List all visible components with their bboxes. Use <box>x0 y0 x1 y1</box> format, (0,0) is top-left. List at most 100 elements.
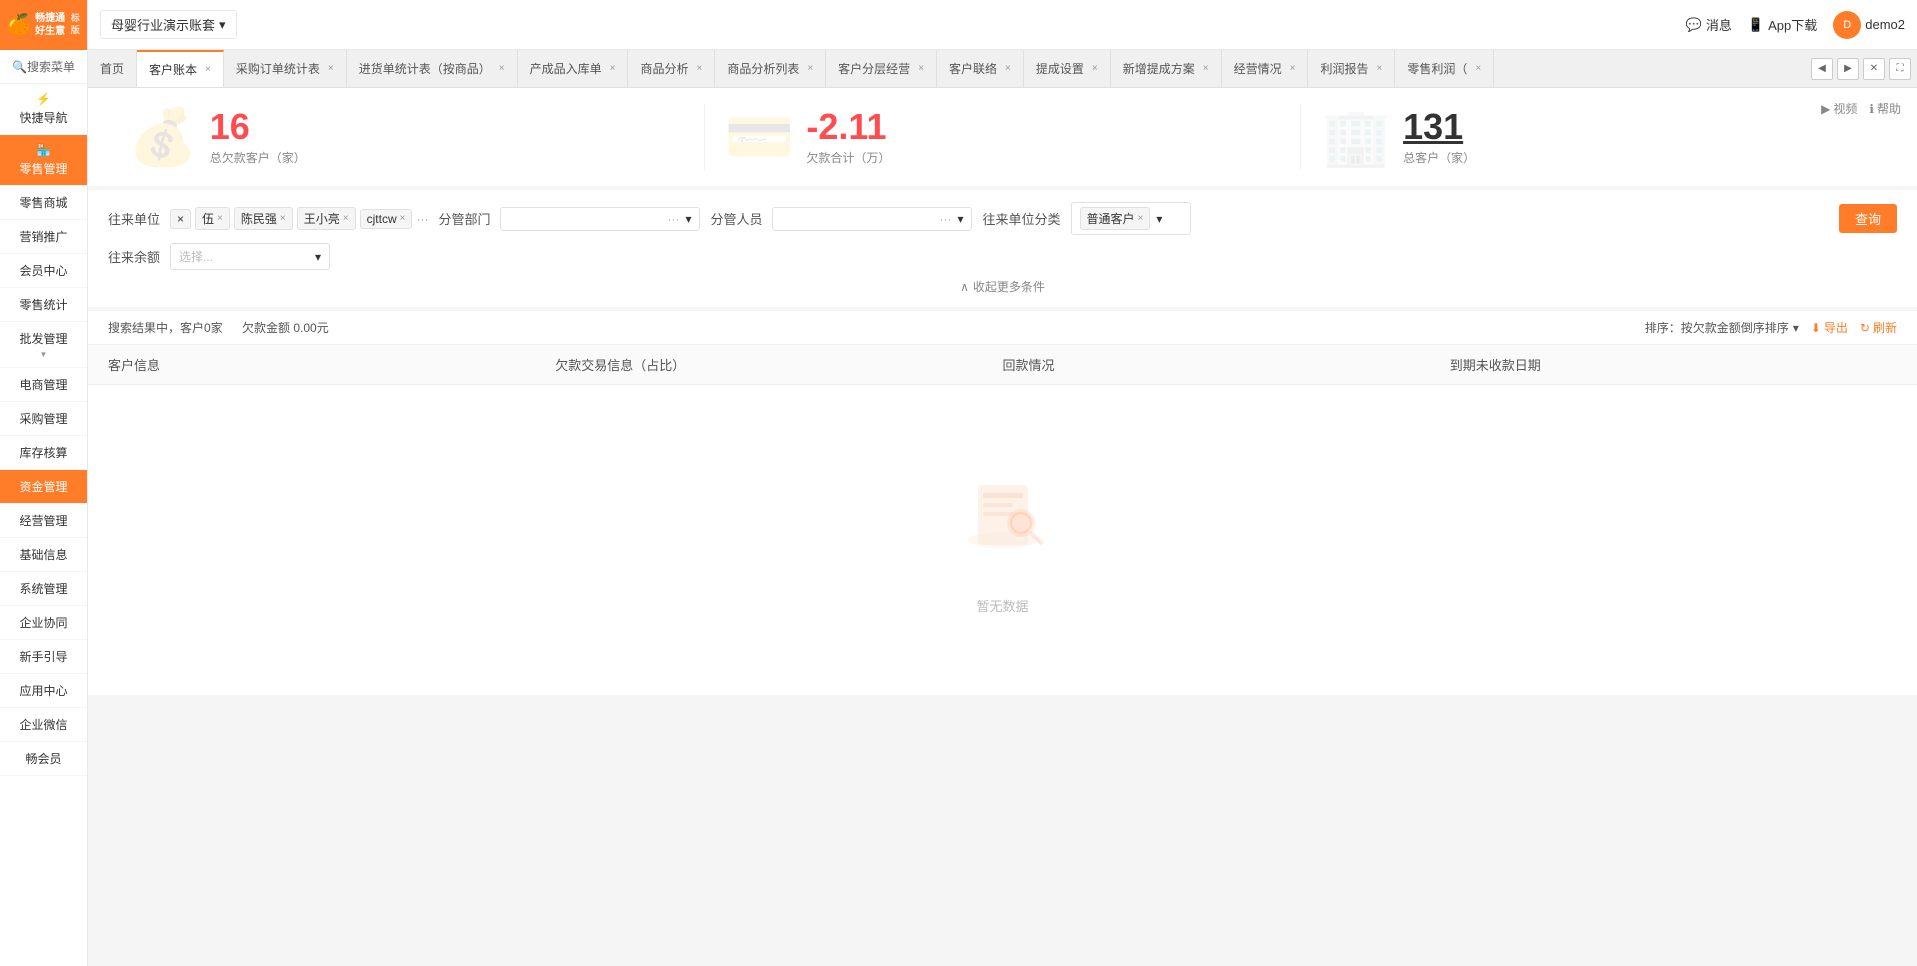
tab-new-commission[interactable]: 新增提成方案 × <box>1111 50 1222 88</box>
filter-tag-cjttcw[interactable]: cjttcw × <box>360 209 413 229</box>
chevron-up-icon: ∧ <box>960 280 969 294</box>
dept-dots: ··· <box>667 212 679 226</box>
tag-close-icon[interactable]: × <box>400 213 406 224</box>
sidebar-search[interactable]: 🔍 搜索菜单 <box>0 50 87 84</box>
download-icon: 📱 <box>1748 17 1764 33</box>
refresh-icon: ↻ <box>1860 321 1870 335</box>
balance-placeholder: 选择... <box>179 248 213 265</box>
sidebar-item-inventory[interactable]: 库存核算 <box>0 436 87 470</box>
tag-close-icon[interactable]: × <box>280 213 286 224</box>
tab-expand-btn[interactable]: ⛶ <box>1889 58 1911 80</box>
stat-block-customers: 💰 16 总欠款客户（家） <box>108 104 705 170</box>
stat3-deco-icon: 🏢 <box>1321 104 1391 170</box>
tab-customer-account[interactable]: 客户账本 × <box>137 50 224 88</box>
messages-btn[interactable]: 💬 消息 <box>1686 15 1732 34</box>
balance-select[interactable]: 选择... ▾ <box>170 243 330 270</box>
filter-tag-wang[interactable]: 王小亮 × <box>297 207 356 230</box>
sidebar-item-app-center[interactable]: 应用中心 <box>0 674 87 708</box>
account-name: 母婴行业演示账套 <box>111 15 215 34</box>
tag-close-icon[interactable]: × <box>217 213 223 224</box>
filter-row-2: 往来余额 选择... ▾ <box>108 243 1897 270</box>
tab-close-icon[interactable]: × <box>328 63 334 74</box>
tab-prev-btn[interactable]: ◀ <box>1811 58 1833 80</box>
stat1-value: 16 <box>210 109 306 145</box>
app-download-btn[interactable]: 📱 App下载 <box>1748 15 1817 34</box>
user-profile[interactable]: D demo2 <box>1833 11 1905 39</box>
tab-commission-settings[interactable]: 提成设置 × <box>1024 50 1111 88</box>
export-icon: ⬇ <box>1811 321 1821 335</box>
filter-tag-all[interactable]: × <box>170 209 191 229</box>
tab-profit-report[interactable]: 利润报告 × <box>1308 50 1395 88</box>
tab-close-icon[interactable]: × <box>499 63 505 74</box>
category-filter-label: 往来单位分类 <box>982 209 1060 228</box>
tab-goods-stat[interactable]: 进货单统计表（按商品） × <box>347 50 518 88</box>
sidebar-item-quick-nav[interactable]: ⚡ 快捷导航 <box>0 84 87 135</box>
sidebar-item-newbie[interactable]: 新手引导 <box>0 640 87 674</box>
sidebar-item-system[interactable]: 系统管理 <box>0 572 87 606</box>
topbar: 母婴行业演示账套 ▾ 💬 消息 📱 App下载 D demo2 <box>88 0 1917 50</box>
tab-close-icon[interactable]: × <box>696 63 702 74</box>
tab-close-icon[interactable]: × <box>205 64 211 75</box>
sidebar-item-marketing[interactable]: 营销推广 <box>0 220 87 254</box>
tab-operations[interactable]: 经营情况 × <box>1222 50 1309 88</box>
tabbar: 首页 客户账本 × 采购订单统计表 × 进货单统计表（按商品） × 产成品入库单… <box>88 50 1917 88</box>
refresh-button[interactable]: ↻ 刷新 <box>1860 319 1897 336</box>
sidebar-item-enterprise-collab[interactable]: 企业协同 <box>0 606 87 640</box>
sidebar-item-wechat[interactable]: 企业微信 <box>0 708 87 742</box>
help-row: ▶ 视频 ℹ 帮助 <box>1821 100 1901 117</box>
tab-close-all-btn[interactable]: ✕ <box>1863 58 1885 80</box>
video-help-btn[interactable]: ▶ 视频 <box>1821 100 1857 117</box>
retail-icon: 🏪 <box>36 143 51 157</box>
tab-purchase-order[interactable]: 采购订单统计表 × <box>224 50 347 88</box>
filter-tag-chen[interactable]: 陈民强 × <box>234 207 293 230</box>
category-tag[interactable]: 普通客户 × <box>1080 207 1151 230</box>
sidebar-item-basic-info[interactable]: 基础信息 <box>0 538 87 572</box>
tab-close-icon[interactable]: × <box>1290 63 1296 74</box>
tab-close-icon[interactable]: × <box>918 63 924 74</box>
person-select[interactable]: ··· ▾ <box>772 207 972 231</box>
sidebar-item-member[interactable]: 会员中心 <box>0 254 87 288</box>
category-select[interactable]: 普通客户 × ▾ <box>1071 202 1191 235</box>
sort-select[interactable]: 排序：按欠款金额倒序排序 ▾ <box>1645 319 1799 336</box>
tab-goods-analysis[interactable]: 商品分析 × <box>628 50 715 88</box>
filter-tag-wu[interactable]: 伍 × <box>195 207 230 230</box>
tab-production[interactable]: 产成品入库单 × <box>518 50 629 88</box>
collapse-button[interactable]: ∧ 收起更多条件 <box>108 278 1897 295</box>
tab-home[interactable]: 首页 <box>88 50 137 88</box>
sidebar-item-purchase[interactable]: 采购管理 <box>0 402 87 436</box>
sort-chevron-icon: ▾ <box>1793 321 1799 335</box>
sidebar-item-retail-mall[interactable]: 零售商城 <box>0 186 87 220</box>
empty-icon <box>953 465 1053 584</box>
tab-retail-profit[interactable]: 零售利润（ × <box>1395 50 1494 88</box>
sidebar-item-retail[interactable]: 🏪 零售管理 <box>0 135 87 186</box>
tab-customer-tier[interactable]: 客户分层经营 × <box>826 50 937 88</box>
tab-close-icon[interactable]: × <box>1092 63 1098 74</box>
sidebar-item-finance[interactable]: 资金管理 <box>0 470 87 504</box>
sidebar-item-operations[interactable]: 经营管理 <box>0 504 87 538</box>
tab-close-icon[interactable]: × <box>1475 63 1481 74</box>
sidebar-item-ecommerce[interactable]: 电商管理 <box>0 368 87 402</box>
tab-close-icon[interactable]: × <box>1203 63 1209 74</box>
filter-more-tags[interactable]: ··· <box>416 212 428 226</box>
tag-close-icon[interactable]: × <box>343 213 349 224</box>
person-filter-label: 分管人员 <box>710 209 762 228</box>
category-tag-close-icon[interactable]: × <box>1138 213 1144 224</box>
export-button[interactable]: ⬇ 导出 <box>1811 319 1848 336</box>
tab-customer-contact[interactable]: 客户联络 × <box>937 50 1024 88</box>
tab-close-icon[interactable]: × <box>610 63 616 74</box>
logo-text: 畅捷通好生意 <box>31 12 70 38</box>
sidebar-item-retail-stat[interactable]: 零售统计 <box>0 288 87 322</box>
query-button[interactable]: 查询 <box>1839 204 1897 233</box>
dept-select[interactable]: ··· ▾ <box>500 207 700 231</box>
tab-goods-analysis-list[interactable]: 商品分析列表 × <box>715 50 826 88</box>
result-bar: 搜索结果中，客户0家 欠款金额 0.00元 排序：按欠款金额倒序排序 ▾ ⬇ 导… <box>88 311 1917 345</box>
tab-close-icon[interactable]: × <box>1005 63 1011 74</box>
sidebar-item-member2[interactable]: 畅会员 <box>0 742 87 776</box>
account-selector[interactable]: 母婴行业演示账套 ▾ <box>100 10 237 39</box>
tab-close-icon[interactable]: × <box>807 63 813 74</box>
stat3-value[interactable]: 131 <box>1403 109 1475 145</box>
help-btn[interactable]: ℹ 帮助 <box>1869 100 1901 117</box>
sidebar-item-wholesale[interactable]: 批发管理 ▼ <box>0 322 87 368</box>
tab-next-btn[interactable]: ▶ <box>1837 58 1859 80</box>
tab-close-icon[interactable]: × <box>1376 63 1382 74</box>
